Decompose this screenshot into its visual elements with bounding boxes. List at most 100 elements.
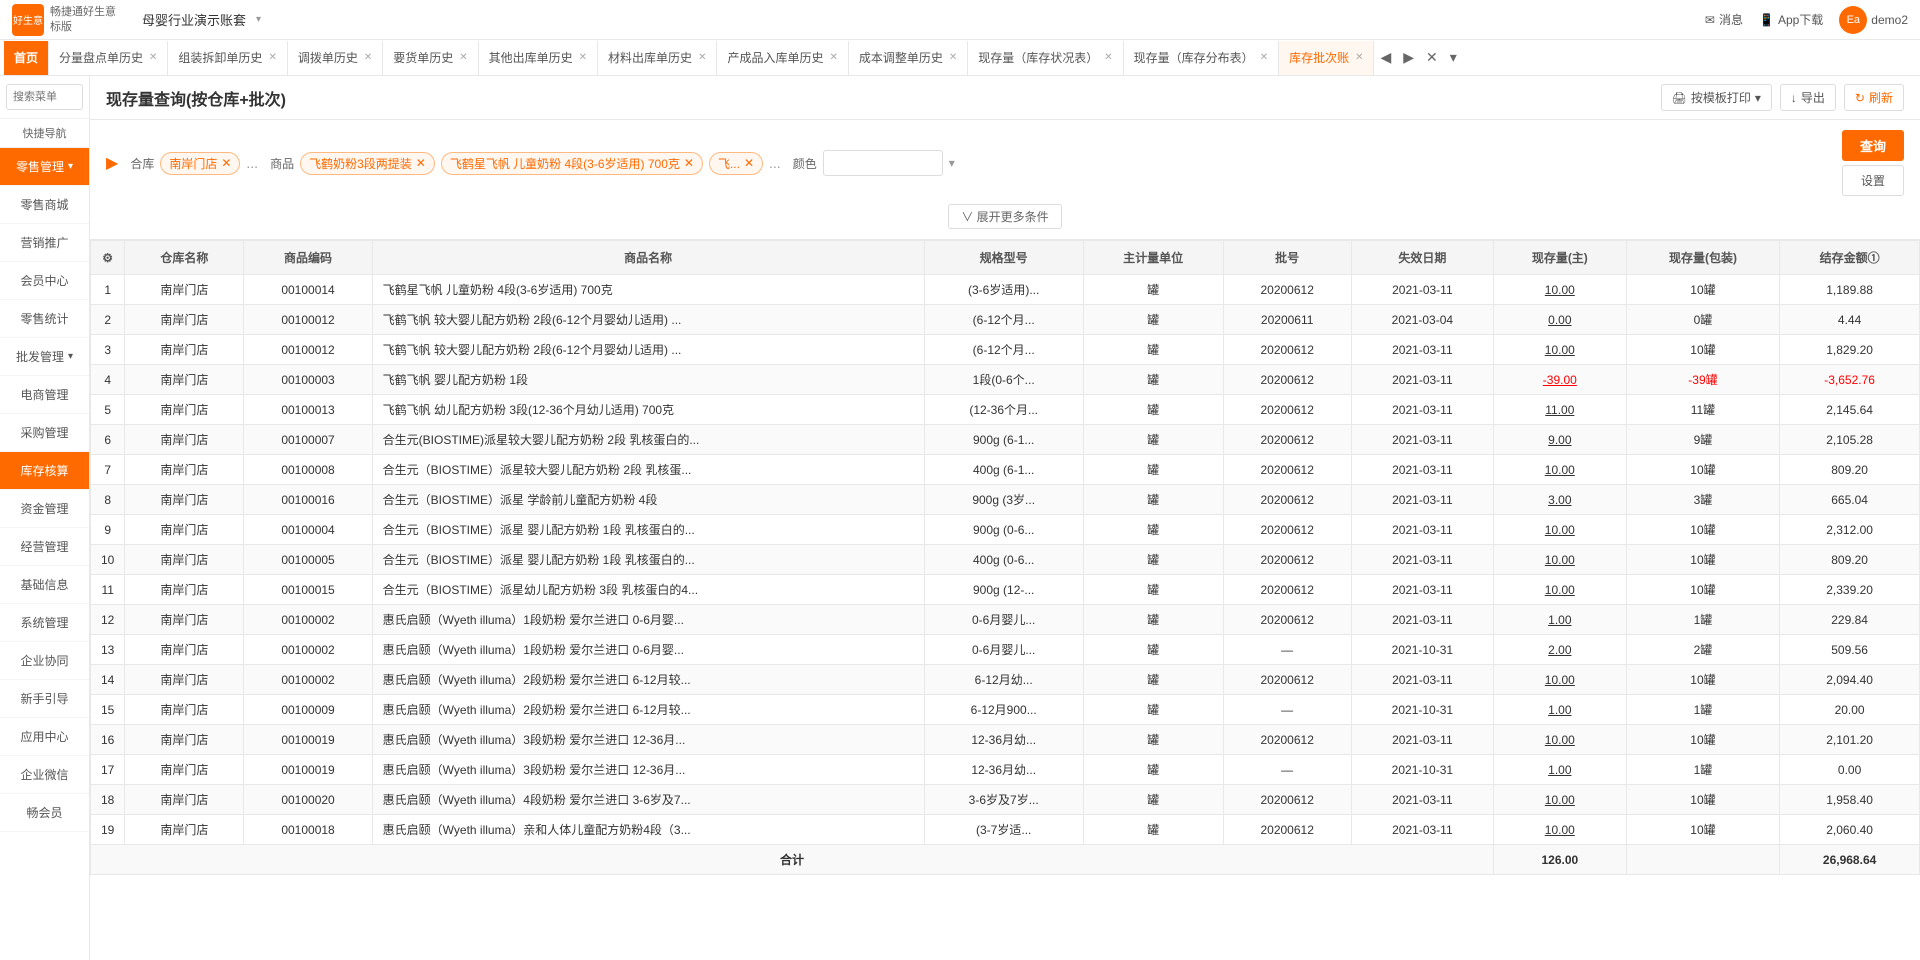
row-qty-main[interactable]: 10.00	[1493, 725, 1626, 755]
close-icon[interactable]: ✕	[268, 52, 276, 63]
sidebar-item-purchase[interactable]: 采购管理	[0, 414, 89, 452]
row-qty-main[interactable]: 3.00	[1493, 485, 1626, 515]
row-qty-main[interactable]: 10.00	[1493, 575, 1626, 605]
close-icon[interactable]: ✕	[829, 52, 837, 63]
sidebar-item-base[interactable]: 基础信息	[0, 566, 89, 604]
export-button[interactable]: ↓ 导出	[1780, 84, 1836, 111]
tab-fenfen[interactable]: 分量盘点单历史 ✕	[49, 41, 168, 75]
close-icon[interactable]: ✕	[1104, 52, 1112, 63]
sidebar-item-ops[interactable]: 经营管理	[0, 528, 89, 566]
row-batch: 20200612	[1223, 815, 1351, 845]
settings-button[interactable]: 设置	[1842, 165, 1904, 196]
tab-current[interactable]: 库存批次账 ✕	[1279, 41, 1374, 75]
sidebar-item-ecommerce[interactable]: 电商管理	[0, 376, 89, 414]
close-icon[interactable]: ✕	[364, 52, 372, 63]
sidebar-item-apps[interactable]: 应用中心	[0, 718, 89, 756]
sidebar-item-member[interactable]: 会员中心	[0, 262, 89, 300]
sidebar-item-marketing[interactable]: 营销推广	[0, 224, 89, 262]
row-qty-main[interactable]: 10.00	[1493, 785, 1626, 815]
close-icon[interactable]: ✕	[579, 52, 587, 63]
expand-more-button[interactable]: ∨ 展开更多条件	[948, 204, 1061, 229]
print-button[interactable]: 🖨 按模板打印 ▾	[1661, 84, 1772, 111]
row-qty-main[interactable]: 10.00	[1493, 455, 1626, 485]
tab-xianzun1[interactable]: 现存量（库存状况表） ✕	[968, 41, 1123, 75]
row-qty-main[interactable]: 10.00	[1493, 815, 1626, 845]
row-qty-pkg: -39罐	[1626, 365, 1779, 395]
tab-cost[interactable]: 成本调整单历史 ✕	[849, 41, 968, 75]
product-tag-2-close[interactable]: ✕	[684, 156, 694, 170]
sidebar-item-retail-stats[interactable]: 零售统计	[0, 300, 89, 338]
product-tag-3-close[interactable]: ✕	[744, 156, 754, 170]
row-batch: —	[1223, 635, 1351, 665]
tab-zuhe[interactable]: 组装拆卸单历史 ✕	[168, 41, 287, 75]
refresh-button[interactable]: ↻ 刷新	[1844, 84, 1904, 111]
tab-prev-btn[interactable]: ◀	[1374, 49, 1397, 66]
table-row: 4 南岸门店 00100003 飞鹤飞帆 婴儿配方奶粉 1段 1段(0-6个..…	[91, 365, 1920, 395]
row-qty-main[interactable]: 1.00	[1493, 605, 1626, 635]
close-icon[interactable]: ✕	[149, 52, 157, 63]
sidebar-item-enterprise[interactable]: 企业协同	[0, 642, 89, 680]
tab-diaopai[interactable]: 调拨单历史 ✕	[288, 41, 383, 75]
row-qty-main[interactable]: 10.00	[1493, 665, 1626, 695]
row-qty-main[interactable]: -39.00	[1493, 365, 1626, 395]
row-qty-main[interactable]: 2.00	[1493, 635, 1626, 665]
color-input[interactable]	[823, 150, 943, 176]
tab-xianzun2[interactable]: 现存量（库存分布表） ✕	[1124, 41, 1279, 75]
warehouse-tag-close[interactable]: ✕	[221, 156, 231, 170]
row-qty-main[interactable]: 10.00	[1493, 335, 1626, 365]
messages-btn[interactable]: ✉ 消息	[1705, 11, 1743, 28]
sidebar-item-inventory[interactable]: 库存核算	[0, 452, 89, 490]
sidebar-item-retail-mgmt[interactable]: 零售管理 ▾	[0, 148, 89, 186]
row-amount: 1,829.20	[1780, 335, 1920, 365]
sidebar-item-wechat[interactable]: 企业微信	[0, 756, 89, 794]
row-qty-pkg: 11罐	[1626, 395, 1779, 425]
sidebar-item-member2[interactable]: 畅会员	[0, 794, 89, 832]
sidebar-item-system[interactable]: 系统管理	[0, 604, 89, 642]
tab-home[interactable]: 首页	[4, 41, 49, 75]
app-download-btn[interactable]: 📱 App下载	[1759, 11, 1823, 28]
product-more-btn[interactable]: ...	[769, 155, 781, 171]
row-qty-main[interactable]: 10.00	[1493, 515, 1626, 545]
row-qty-main[interactable]: 0.00	[1493, 305, 1626, 335]
product-tag-1-close[interactable]: ✕	[416, 156, 426, 170]
color-dropdown[interactable]: ▾	[949, 156, 955, 170]
tab-other[interactable]: 其他出库单历史 ✕	[479, 41, 598, 75]
sidebar-item-guide[interactable]: 新手引导	[0, 680, 89, 718]
row-qty-main[interactable]: 9.00	[1493, 425, 1626, 455]
warehouse-more-btn[interactable]: ...	[246, 155, 258, 171]
tab-close-all-btn[interactable]: ✕	[1420, 49, 1444, 66]
row-qty-main[interactable]: 1.00	[1493, 755, 1626, 785]
tab-material[interactable]: 材料出库单历史 ✕	[598, 41, 717, 75]
row-amount: 1,189.88	[1780, 275, 1920, 305]
col-settings[interactable]: ⚙	[91, 241, 125, 275]
user-area[interactable]: Ea demo2	[1839, 6, 1908, 34]
table-row: 8 南岸门店 00100016 合生元（BIOSTIME）派星 学龄前儿童配方奶…	[91, 485, 1920, 515]
sidebar-item-wholesale[interactable]: 批发管理 ▾	[0, 338, 89, 376]
tab-yao[interactable]: 要货单历史 ✕	[383, 41, 478, 75]
search-input[interactable]	[6, 84, 83, 110]
tab-production[interactable]: 产成品入库单历史 ✕	[717, 41, 848, 75]
product-tag-3[interactable]: 飞... ✕	[709, 152, 763, 175]
close-icon[interactable]: ✕	[459, 52, 467, 63]
warehouse-tag[interactable]: 南岸门店 ✕	[160, 152, 240, 175]
workspace-dropdown[interactable]: ▾	[256, 14, 261, 25]
row-qty-main[interactable]: 11.00	[1493, 395, 1626, 425]
row-qty-main[interactable]: 1.00	[1493, 695, 1626, 725]
sidebar-item-retail-store[interactable]: 零售商城	[0, 186, 89, 224]
close-icon[interactable]: ✕	[698, 52, 706, 63]
query-button[interactable]: 查询	[1842, 130, 1904, 161]
row-warehouse: 南岸门店	[125, 605, 244, 635]
close-icon[interactable]: ✕	[949, 52, 957, 63]
product-tag-1[interactable]: 飞鹤奶粉3段两提装 ✕	[300, 152, 435, 175]
tab-next-btn[interactable]: ▶	[1397, 49, 1420, 66]
close-icon[interactable]: ✕	[1355, 52, 1363, 63]
close-icon[interactable]: ✕	[1260, 52, 1268, 63]
table-row: 9 南岸门店 00100004 合生元（BIOSTIME）派星 婴儿配方奶粉 1…	[91, 515, 1920, 545]
product-tag-2[interactable]: 飞鹤星飞帆 儿童奶粉 4段(3-6岁适用) 700克 ✕	[441, 152, 703, 175]
sidebar-item-finance[interactable]: 资金管理	[0, 490, 89, 528]
filter-expand-icon[interactable]: ▶	[106, 153, 118, 173]
row-qty-main[interactable]: 10.00	[1493, 275, 1626, 305]
row-qty-main[interactable]: 10.00	[1493, 545, 1626, 575]
filter-row: ▶ 合库 南岸门店 ✕ ... 商品 飞鹤奶粉3段两提装 ✕	[106, 130, 1904, 196]
tab-menu-btn[interactable]: ▾	[1444, 49, 1463, 66]
